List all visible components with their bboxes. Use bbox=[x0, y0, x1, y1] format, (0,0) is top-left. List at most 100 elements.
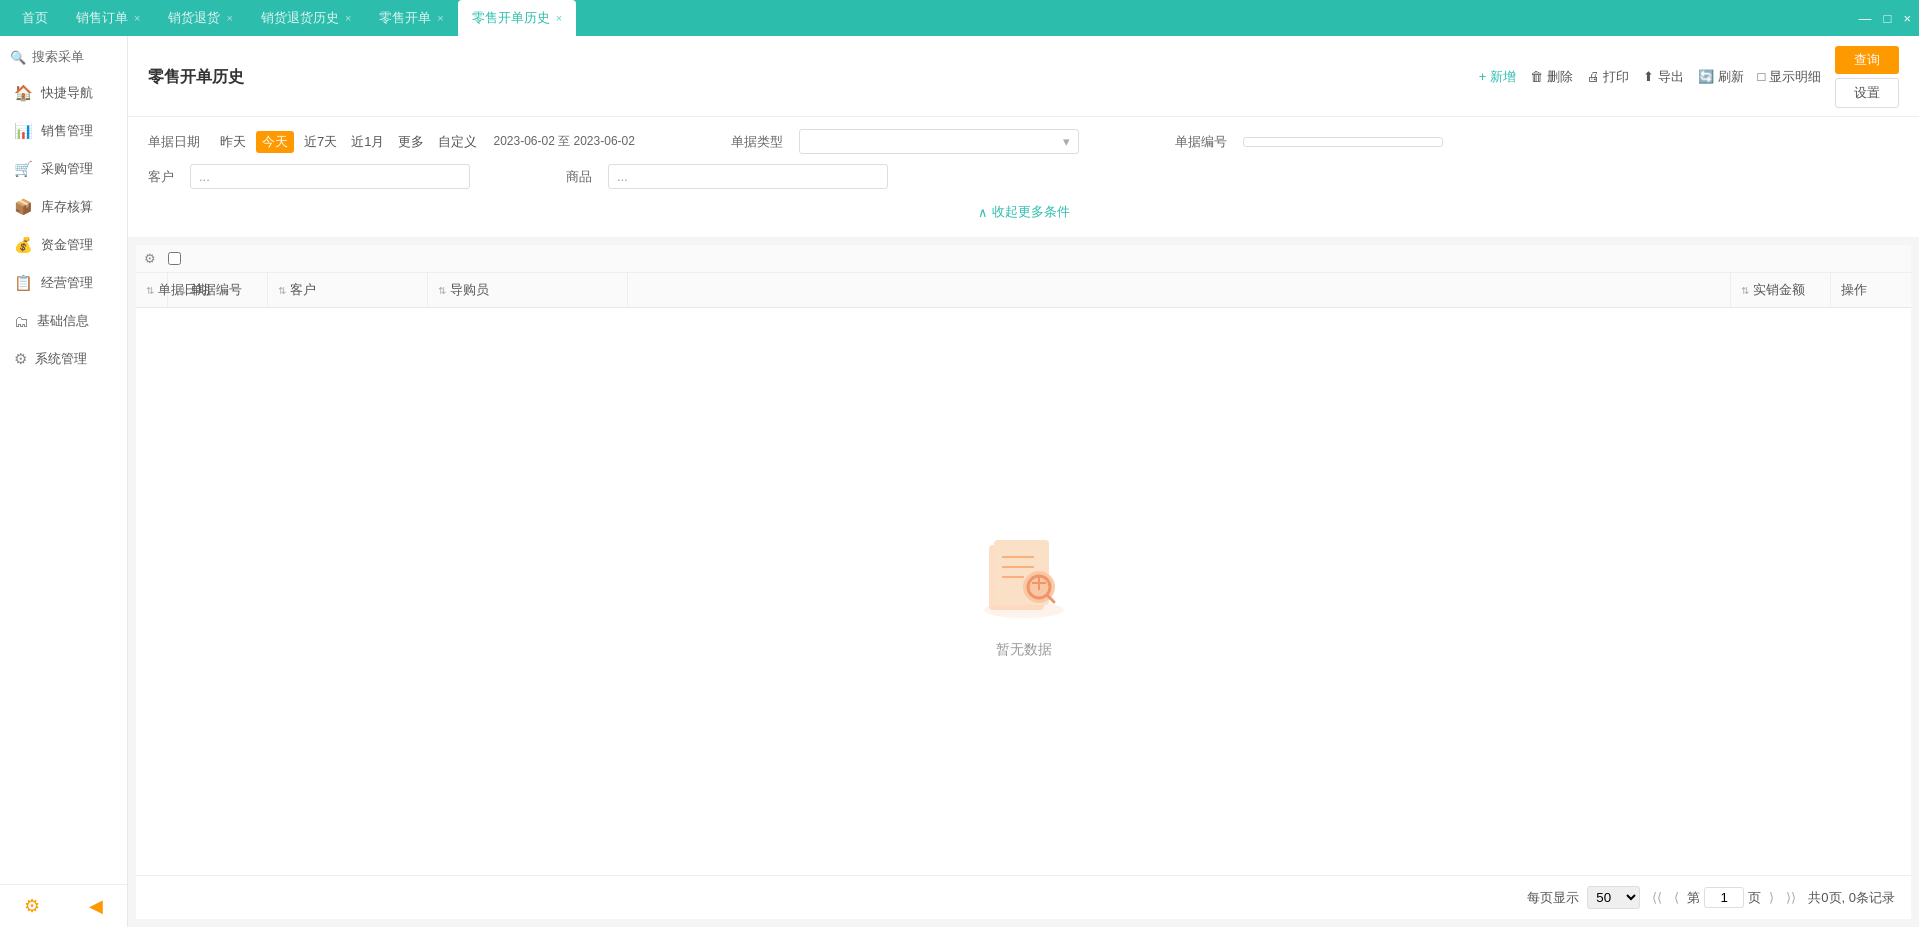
money-icon: 💰 bbox=[14, 236, 33, 254]
clipboard-icon: 📋 bbox=[14, 274, 33, 292]
empty-state: 暂无数据 bbox=[136, 308, 1911, 875]
gear-icon: ⚙ bbox=[14, 350, 27, 368]
window-minimize[interactable]: — bbox=[1859, 11, 1872, 26]
filter-row-2: 客户 ... 商品 ... bbox=[148, 164, 1899, 189]
date-opt-custom[interactable]: 自定义 bbox=[434, 131, 481, 153]
sidebar-search[interactable]: 🔍 搜索采单 bbox=[0, 36, 127, 74]
next-page-button[interactable]: ⟩ bbox=[1765, 888, 1778, 907]
toolbar: + 新增 🗑 删除 🖨 打印 ⬆ 导出 🔄 刷新 □ 显示明细 查询 设置 bbox=[1479, 46, 1899, 116]
doc-no-input[interactable] bbox=[1243, 137, 1443, 147]
chevron-down-icon: ▾ bbox=[1063, 134, 1070, 149]
customer-label: 客户 bbox=[148, 168, 174, 186]
export-button[interactable]: ⬆ 导出 bbox=[1643, 68, 1684, 86]
first-page-button[interactable]: ⟨⟨ bbox=[1648, 888, 1666, 907]
date-range-display: 2023-06-02 至 2023-06-02 bbox=[493, 133, 634, 150]
date-label: 单据日期 bbox=[148, 133, 200, 151]
select-all-checkbox[interactable] bbox=[168, 252, 181, 265]
last-page-button[interactable]: ⟩⟩ bbox=[1782, 888, 1800, 907]
tab-close-sales-return[interactable]: × bbox=[226, 12, 232, 24]
collapse-icon[interactable]: ◀ bbox=[89, 895, 103, 917]
main-layout: 🔍 搜索采单 🏠 快捷导航 📊 销售管理 🛒 采购管理 📦 库存核算 💰 资金管… bbox=[0, 36, 1919, 927]
table-header: ⇅ 单据日期 ⇅ 单据编号 ⇅ 客户 ⇅ 导购员 ⇅ 实销 bbox=[136, 273, 1911, 308]
sidebar: 🔍 搜索采单 🏠 快捷导航 📊 销售管理 🛒 采购管理 📦 库存核算 💰 资金管… bbox=[0, 36, 128, 927]
sidebar-bottom: ⚙ ◀ bbox=[0, 884, 127, 927]
page-title: 零售开单历史 bbox=[148, 67, 244, 96]
tab-close-sales-return-history[interactable]: × bbox=[345, 12, 351, 24]
tab-close-sales-order[interactable]: × bbox=[134, 12, 140, 24]
refresh-button[interactable]: 🔄 刷新 bbox=[1698, 68, 1744, 86]
print-button[interactable]: 🖨 打印 bbox=[1587, 68, 1630, 86]
collapse-bar[interactable]: ∧ 收起更多条件 bbox=[148, 199, 1899, 229]
collapse-icon: ∧ bbox=[978, 205, 988, 220]
sidebar-item-operations[interactable]: 📋 经营管理 bbox=[0, 264, 127, 302]
prev-page-button[interactable]: ⟨ bbox=[1670, 888, 1683, 907]
table-toolbar: ⚙ bbox=[136, 245, 1911, 273]
th-spacer bbox=[628, 273, 1731, 307]
page-navigation: ⟨⟨ ⟨ 第 页 ⟩ ⟩⟩ bbox=[1648, 887, 1800, 908]
product-input[interactable]: ... bbox=[608, 164, 888, 189]
table-area: ⚙ ⇅ 单据日期 ⇅ 单据编号 ⇅ 客户 ⇅ 导购员 bbox=[136, 245, 1911, 875]
date-opt-more[interactable]: 更多 bbox=[394, 131, 428, 153]
tab-close-retail-open[interactable]: × bbox=[437, 12, 443, 24]
sidebar-item-quick-nav[interactable]: 🏠 快捷导航 bbox=[0, 74, 127, 112]
product-label: 商品 bbox=[566, 168, 592, 186]
page-number-input[interactable] bbox=[1704, 887, 1744, 908]
date-opt-last7[interactable]: 近7天 bbox=[300, 131, 341, 153]
tab-sales-order[interactable]: 销售订单 × bbox=[62, 0, 154, 36]
customer-input[interactable]: ... bbox=[190, 164, 470, 189]
doc-type-select[interactable]: ▾ bbox=[799, 129, 1079, 154]
tab-close-retail-open-history[interactable]: × bbox=[556, 12, 562, 24]
sidebar-item-purchase-mgmt[interactable]: 🛒 采购管理 bbox=[0, 150, 127, 188]
date-options: 昨天 今天 近7天 近1月 更多 自定义 2023-06-02 至 2023-0… bbox=[216, 131, 635, 153]
delete-button[interactable]: 🗑 删除 bbox=[1530, 68, 1573, 86]
settings-icon[interactable]: ⚙ bbox=[24, 895, 40, 917]
home-icon: 🏠 bbox=[14, 84, 33, 102]
page-label: 页 bbox=[1748, 889, 1761, 907]
sort-icon: ⇅ bbox=[146, 285, 154, 296]
sidebar-item-inventory[interactable]: 📦 库存核算 bbox=[0, 188, 127, 226]
sidebar-item-sales-mgmt[interactable]: 📊 销售管理 bbox=[0, 112, 127, 150]
sidebar-item-finance[interactable]: 💰 资金管理 bbox=[0, 226, 127, 264]
sidebar-item-basic-info[interactable]: 🗂 基础信息 bbox=[0, 302, 127, 340]
th-actions: 操作 bbox=[1831, 273, 1911, 307]
tab-retail-open[interactable]: 零售开单 × bbox=[365, 0, 457, 36]
filter-row-1: 单据日期 昨天 今天 近7天 近1月 更多 自定义 2023-06-02 至 2… bbox=[148, 129, 1899, 154]
empty-illustration bbox=[964, 525, 1084, 625]
display-detail-button[interactable]: □ 显示明细 bbox=[1758, 68, 1821, 86]
sort-icon: ⇅ bbox=[278, 285, 286, 296]
column-settings-icon[interactable]: ⚙ bbox=[144, 251, 156, 266]
doc-type-label: 单据类型 bbox=[731, 133, 783, 151]
cart-icon: 🛒 bbox=[14, 160, 33, 178]
search-icon: 🔍 bbox=[10, 50, 26, 65]
date-opt-last1m[interactable]: 近1月 bbox=[347, 131, 388, 153]
total-records: 共0页, 0条记录 bbox=[1808, 889, 1895, 907]
date-opt-today[interactable]: 今天 bbox=[256, 131, 294, 153]
tab-sales-return-history[interactable]: 销货退货历史 × bbox=[247, 0, 365, 36]
folder-icon: 🗂 bbox=[14, 313, 29, 330]
sort-icon: ⇅ bbox=[178, 285, 186, 296]
setting-button[interactable]: 设置 bbox=[1835, 78, 1899, 108]
add-button[interactable]: + 新增 bbox=[1479, 68, 1516, 86]
th-salesperson[interactable]: ⇅ 导购员 bbox=[428, 273, 628, 307]
date-opt-yesterday[interactable]: 昨天 bbox=[216, 131, 250, 153]
page-header: 零售开单历史 + 新增 🗑 删除 🖨 打印 ⬆ 导出 🔄 刷新 □ 显示明细 查… bbox=[128, 36, 1919, 117]
window-close[interactable]: × bbox=[1903, 11, 1911, 26]
tab-retail-open-history[interactable]: 零售开单历史 × bbox=[458, 0, 576, 36]
empty-text: 暂无数据 bbox=[996, 641, 1052, 659]
per-page-label: 每页显示 bbox=[1527, 889, 1579, 907]
window-maximize[interactable]: □ bbox=[1884, 11, 1892, 26]
query-button[interactable]: 查询 bbox=[1835, 46, 1899, 74]
doc-no-label: 单据编号 bbox=[1175, 133, 1227, 151]
sort-icon: ⇅ bbox=[1741, 285, 1749, 296]
th-customer[interactable]: ⇅ 客户 bbox=[268, 273, 428, 307]
sort-icon: ⇅ bbox=[438, 285, 446, 296]
th-date[interactable]: ⇅ 单据日期 bbox=[136, 273, 168, 307]
sidebar-item-system[interactable]: ⚙ 系统管理 bbox=[0, 340, 127, 378]
th-no[interactable]: ⇅ 单据编号 bbox=[168, 273, 268, 307]
pagination: 每页显示 10 20 50 100 ⟨⟨ ⟨ 第 页 ⟩ ⟩⟩ 共0页, 0条记… bbox=[136, 875, 1911, 919]
tab-home[interactable]: 首页 bbox=[8, 0, 62, 36]
tab-sales-return[interactable]: 销货退货 × bbox=[154, 0, 246, 36]
per-page-select[interactable]: 10 20 50 100 bbox=[1587, 886, 1640, 909]
chart-icon: 📊 bbox=[14, 122, 33, 140]
th-amount[interactable]: ⇅ 实销金额 bbox=[1731, 273, 1831, 307]
